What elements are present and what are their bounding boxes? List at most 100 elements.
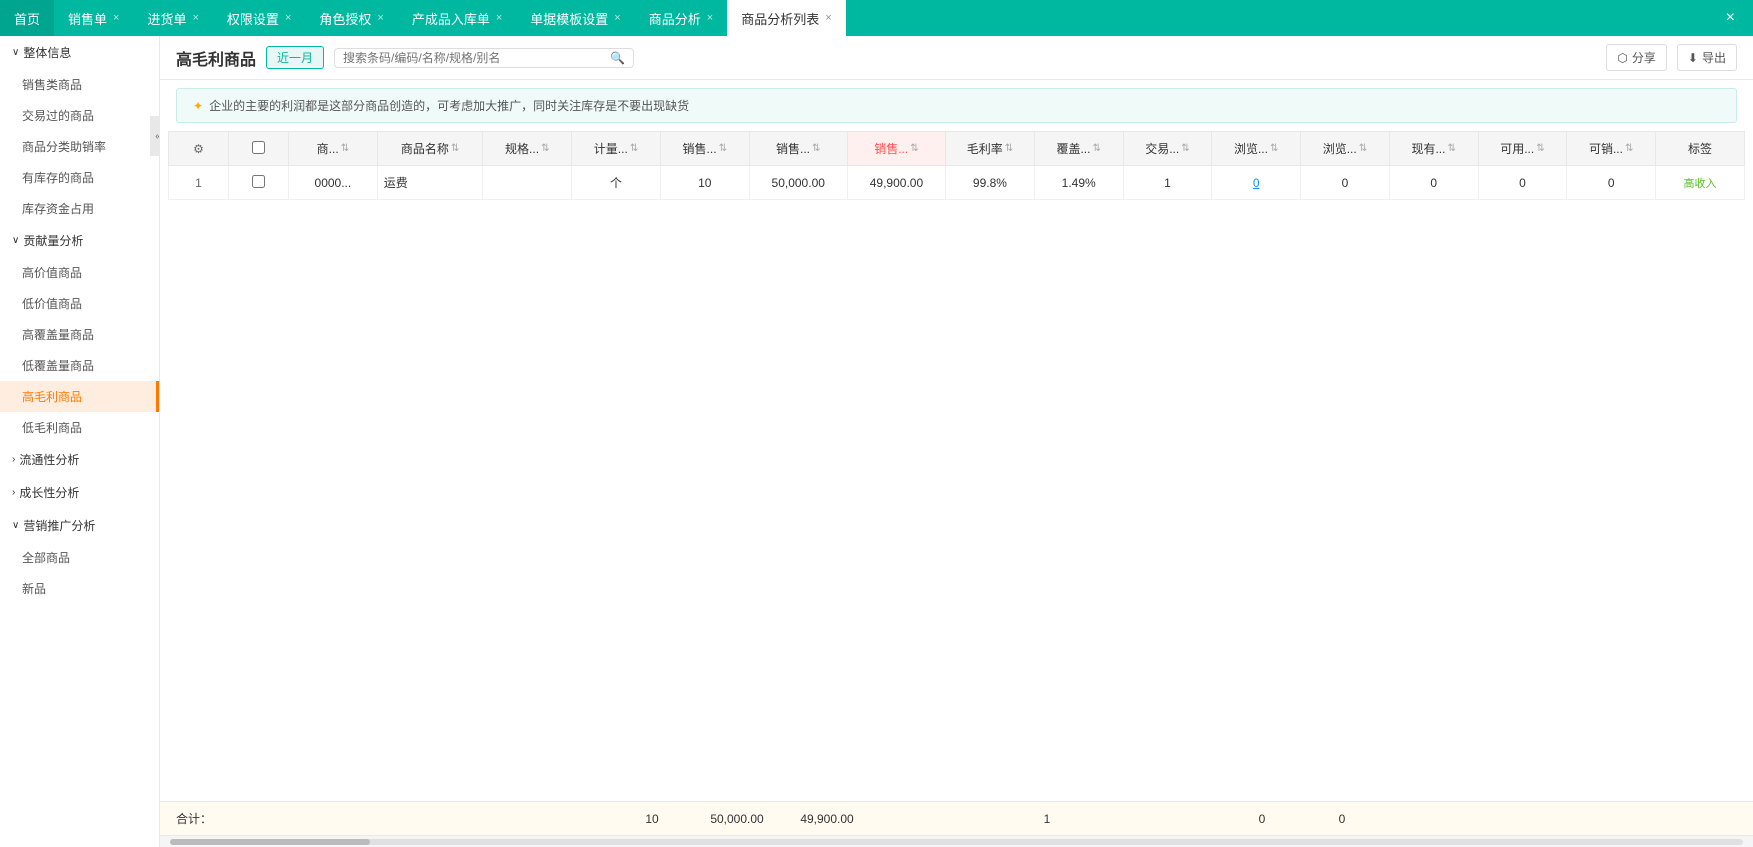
sidebar-group-marketing[interactable]: ∨ 营销推广分析 <box>0 509 159 542</box>
close-sales-order[interactable]: × <box>113 12 119 24</box>
page-title: 高毛利商品 <box>176 46 256 70</box>
sidebar-group-overall[interactable]: ∨ 整体信息 <box>0 36 159 69</box>
close-template-settings[interactable]: × <box>614 12 620 24</box>
sidebar-item-category-rate[interactable]: 商品分类助销率 <box>0 131 159 162</box>
footer-current-stock: 0 <box>1222 812 1302 826</box>
close-purchase-order[interactable]: × <box>192 12 198 24</box>
export-button[interactable]: ⬇ 导出 <box>1677 44 1737 71</box>
col-sku-code[interactable]: 商... ⇅ <box>289 132 378 166</box>
sidebar-item-low-margin[interactable]: 低毛利商品 <box>0 412 159 443</box>
close-product-analysis-list[interactable]: × <box>825 12 831 24</box>
col-saleable[interactable]: 可销... ⇅ <box>1567 132 1656 166</box>
arrow-icon-5: ∨ <box>12 520 19 531</box>
main-layout: ∨ 整体信息 销售类商品 交易过的商品 商品分类助销率 有库存的商品 库存资金占… <box>0 36 1753 847</box>
nav-product-inbound[interactable]: 产成品入库单 × <box>398 0 516 36</box>
sidebar-item-new-goods[interactable]: 新品 <box>0 573 159 604</box>
row-browse1[interactable]: 0 <box>1212 166 1301 200</box>
footer-trade-count: 1 <box>1012 812 1082 826</box>
close-permission-settings[interactable]: × <box>285 12 291 24</box>
sidebar-group-growth[interactable]: › 成长性分析 <box>0 476 159 509</box>
sidebar-item-in-stock[interactable]: 有库存的商品 <box>0 162 159 193</box>
nav-sales-order[interactable]: 销售单 × <box>54 0 133 36</box>
row-saleable: 0 <box>1567 166 1656 200</box>
arrow-icon: ∨ <box>12 47 19 58</box>
arrow-icon-3: › <box>12 454 15 465</box>
sidebar-item-high-margin[interactable]: 高毛利商品 <box>0 381 159 412</box>
row-spec <box>483 166 572 200</box>
sidebar-collapse-button[interactable]: « <box>150 116 160 156</box>
search-icon[interactable]: 🔍 <box>610 51 625 65</box>
col-available-stock[interactable]: 可用... ⇅ <box>1478 132 1567 166</box>
col-gross-margin[interactable]: 毛利率 ⇅ <box>946 132 1035 166</box>
nav-right-actions: × <box>1718 5 1753 31</box>
sort-icon-current: ⇅ <box>1447 143 1455 154</box>
row-checkbox[interactable] <box>229 166 289 200</box>
nav-product-analysis-list[interactable]: 商品分析列表 × <box>727 0 845 36</box>
export-icon: ⬇ <box>1688 51 1698 65</box>
sidebar-item-sales-goods[interactable]: 销售类商品 <box>0 69 159 100</box>
sidebar-group-contribution[interactable]: ∨ 贡献量分析 <box>0 224 159 257</box>
sort-icon-name: ⇅ <box>451 143 459 154</box>
col-coverage[interactable]: 覆盖... ⇅ <box>1034 132 1123 166</box>
content-header: 高毛利商品 近一月 🔍 ⬡ 分享 ⬇ 导出 <box>160 36 1753 80</box>
sidebar-item-high-coverage[interactable]: 高覆盖量商品 <box>0 319 159 350</box>
sidebar-item-low-value[interactable]: 低价值商品 <box>0 288 159 319</box>
sidebar-item-high-value[interactable]: 高价值商品 <box>0 257 159 288</box>
col-sales-amount[interactable]: 销售... ⇅ <box>749 132 847 166</box>
close-role-auth[interactable]: × <box>377 12 383 24</box>
sidebar-item-stock-capital[interactable]: 库存资金占用 <box>0 193 159 224</box>
data-table: ⚙ 商... ⇅ 商品名称 <box>168 131 1745 200</box>
search-input[interactable] <box>343 51 610 65</box>
close-product-analysis[interactable]: × <box>707 12 713 24</box>
row-coverage: 1.49% <box>1034 166 1123 200</box>
window-close-icon[interactable]: × <box>1718 5 1743 31</box>
row-select-checkbox[interactable] <box>252 175 265 188</box>
sort-icon-qty: ⇅ <box>719 143 727 154</box>
settings-icon[interactable]: ⚙ <box>193 142 204 156</box>
nav-home[interactable]: 首页 <box>0 0 54 36</box>
col-name[interactable]: 商品名称 ⇅ <box>377 132 483 166</box>
col-checkbox[interactable] <box>229 132 289 166</box>
row-sku-code: 0000... <box>289 166 378 200</box>
col-trade-count[interactable]: 交易... ⇅ <box>1123 132 1212 166</box>
sort-icon-unit: ⇅ <box>630 143 638 154</box>
nav-product-analysis[interactable]: 商品分析 × <box>635 0 727 36</box>
col-unit[interactable]: 计量... ⇅ <box>572 132 661 166</box>
col-sales-cost[interactable]: 销售... ⇅ <box>847 132 945 166</box>
top-navigation: 首页 销售单 × 进货单 × 权限设置 × 角色授权 × 产成品入库单 × 单据… <box>0 0 1753 36</box>
sidebar-item-low-coverage[interactable]: 低覆盖量商品 <box>0 350 159 381</box>
nav-permission-settings[interactable]: 权限设置 × <box>213 0 305 36</box>
share-icon: ⬡ <box>1617 51 1627 65</box>
select-all-checkbox[interactable] <box>252 141 265 154</box>
footer-sales-amount: 50,000.00 <box>692 812 782 826</box>
table-container[interactable]: ⚙ 商... ⇅ 商品名称 <box>160 131 1753 801</box>
sort-icon-margin: ⇅ <box>1005 143 1013 154</box>
row-trade-count: 1 <box>1123 166 1212 200</box>
col-current-stock[interactable]: 现有... ⇅ <box>1389 132 1478 166</box>
col-sales-qty[interactable]: 销售... ⇅ <box>660 132 749 166</box>
horizontal-scrollbar[interactable] <box>160 835 1753 847</box>
scrollbar-thumb[interactable] <box>170 839 370 845</box>
sidebar-item-all-goods[interactable]: 全部商品 <box>0 542 159 573</box>
nav-role-auth[interactable]: 角色授权 × <box>305 0 397 36</box>
col-browse1[interactable]: 浏览... ⇅ <box>1212 132 1301 166</box>
col-tag[interactable]: 标签 <box>1656 132 1745 166</box>
info-banner: ✦ 企业的主要的利润都是这部分商品创造的，可考虑加大推广，同时关注库存是不要出现… <box>176 88 1737 123</box>
table-row: 1 0000... 运费 <box>169 166 1745 200</box>
sidebar-item-traded-goods[interactable]: 交易过的商品 <box>0 100 159 131</box>
footer-label: 合计： <box>176 810 212 827</box>
share-button[interactable]: ⬡ 分享 <box>1606 44 1667 71</box>
row-current-stock: 0 <box>1389 166 1478 200</box>
row-unit: 个 <box>572 166 661 200</box>
col-spec[interactable]: 规格... ⇅ <box>483 132 572 166</box>
close-product-inbound[interactable]: × <box>496 12 502 24</box>
time-filter-button[interactable]: 近一月 <box>266 46 324 69</box>
content-area: 高毛利商品 近一月 🔍 ⬡ 分享 ⬇ 导出 ✦ 企业的主要的利润都是这部分商品创… <box>160 36 1753 847</box>
nav-purchase-order[interactable]: 进货单 × <box>133 0 212 36</box>
col-browse2[interactable]: 浏览... ⇅ <box>1301 132 1390 166</box>
sidebar-group-liquidity[interactable]: › 流通性分析 <box>0 443 159 476</box>
row-name: 运费 <box>377 166 483 200</box>
search-box: 🔍 <box>334 48 634 68</box>
col-settings[interactable]: ⚙ <box>169 132 229 166</box>
nav-template-settings[interactable]: 单据模板设置 × <box>516 0 634 36</box>
